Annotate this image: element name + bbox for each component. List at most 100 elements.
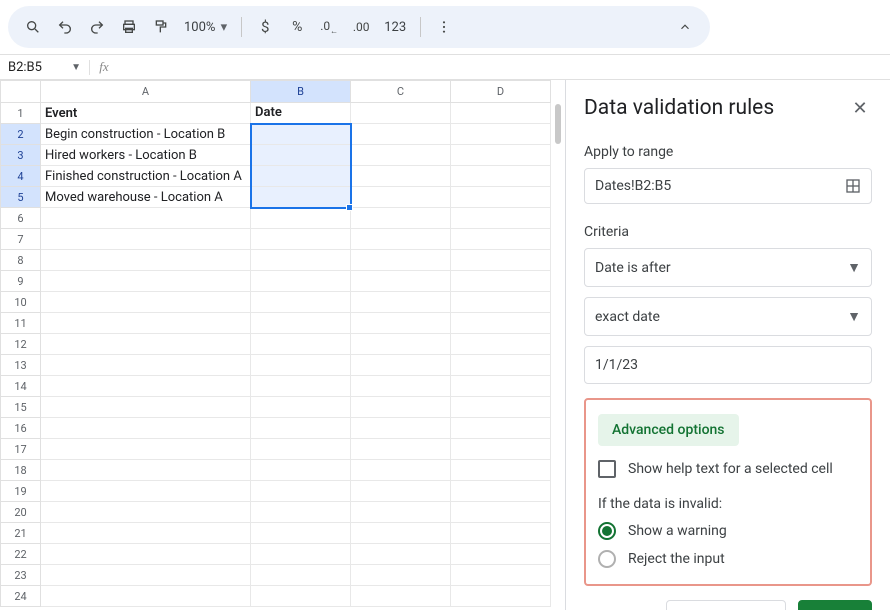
radio-off-icon[interactable] <box>598 550 616 568</box>
cell-B6[interactable] <box>251 208 351 229</box>
range-input[interactable]: Dates!B2:B5 <box>584 168 872 204</box>
radio-reject-input[interactable]: Reject the input <box>598 550 858 568</box>
cell-A13[interactable] <box>41 355 251 376</box>
cell-B1[interactable]: Date <box>251 103 351 124</box>
cell-C14[interactable] <box>351 376 451 397</box>
cell-C23[interactable] <box>351 565 451 586</box>
row-header-23[interactable]: 23 <box>1 565 41 586</box>
column-header-D[interactable]: D <box>451 81 551 103</box>
row-header-4[interactable]: 4 <box>1 166 41 187</box>
cell-B9[interactable] <box>251 271 351 292</box>
cell-D15[interactable] <box>451 397 551 418</box>
cell-A3[interactable]: Hired workers - Location B <box>41 145 251 166</box>
cell-A14[interactable] <box>41 376 251 397</box>
cell-B22[interactable] <box>251 544 351 565</box>
cell-D17[interactable] <box>451 439 551 460</box>
row-header-19[interactable]: 19 <box>1 481 41 502</box>
row-header-12[interactable]: 12 <box>1 334 41 355</box>
cell-A6[interactable] <box>41 208 251 229</box>
cell-A1[interactable]: Event <box>41 103 251 124</box>
cell-B18[interactable] <box>251 460 351 481</box>
cell-A7[interactable] <box>41 229 251 250</box>
row-header-6[interactable]: 6 <box>1 208 41 229</box>
cell-C21[interactable] <box>351 523 451 544</box>
cell-C6[interactable] <box>351 208 451 229</box>
row-header-15[interactable]: 15 <box>1 397 41 418</box>
cell-C12[interactable] <box>351 334 451 355</box>
more-icon[interactable] <box>429 13 459 41</box>
cell-D10[interactable] <box>451 292 551 313</box>
collapse-toolbar-icon[interactable] <box>670 13 700 41</box>
radio-show-warning[interactable]: Show a warning <box>598 522 858 540</box>
cell-D22[interactable] <box>451 544 551 565</box>
increase-decimal-icon[interactable]: .00 <box>346 13 376 41</box>
row-header-17[interactable]: 17 <box>1 439 41 460</box>
search-icon[interactable] <box>18 13 48 41</box>
cell-B23[interactable] <box>251 565 351 586</box>
checkbox-icon[interactable] <box>598 460 616 478</box>
row-header-1[interactable]: 1 <box>1 103 41 124</box>
cell-C16[interactable] <box>351 418 451 439</box>
cell-B20[interactable] <box>251 502 351 523</box>
cell-A16[interactable] <box>41 418 251 439</box>
cell-D20[interactable] <box>451 502 551 523</box>
spreadsheet[interactable]: ABCD1EventDate2Begin construction - Loca… <box>0 80 565 610</box>
cell-B3[interactable] <box>251 145 351 166</box>
row-header-11[interactable]: 11 <box>1 313 41 334</box>
cell-A19[interactable] <box>41 481 251 502</box>
cell-C11[interactable] <box>351 313 451 334</box>
cell-C22[interactable] <box>351 544 451 565</box>
cell-B8[interactable] <box>251 250 351 271</box>
row-header-8[interactable]: 8 <box>1 250 41 271</box>
zoom-dropdown[interactable]: 100% ▾ <box>178 20 233 35</box>
cell-A5[interactable]: Moved warehouse - Location A <box>41 187 251 208</box>
cell-A12[interactable] <box>41 334 251 355</box>
cell-B4[interactable] <box>251 166 351 187</box>
cell-C9[interactable] <box>351 271 451 292</box>
cell-C2[interactable] <box>351 124 451 145</box>
column-header-A[interactable]: A <box>41 81 251 103</box>
column-header-C[interactable]: C <box>351 81 451 103</box>
cell-B19[interactable] <box>251 481 351 502</box>
row-header-7[interactable]: 7 <box>1 229 41 250</box>
cell-A15[interactable] <box>41 397 251 418</box>
cell-B5[interactable] <box>251 187 351 208</box>
percent-icon[interactable]: % <box>282 13 312 41</box>
paint-format-icon[interactable] <box>146 13 176 41</box>
scrollbar[interactable] <box>555 104 561 144</box>
cell-C19[interactable] <box>351 481 451 502</box>
row-header-5[interactable]: 5 <box>1 187 41 208</box>
name-box[interactable]: B2:B5 ▼ <box>0 60 90 75</box>
criteria-dropdown[interactable]: Date is after ▼ <box>584 248 872 287</box>
row-header-9[interactable]: 9 <box>1 271 41 292</box>
close-icon[interactable]: ✕ <box>848 98 872 119</box>
cell-D5[interactable] <box>451 187 551 208</box>
cell-D8[interactable] <box>451 250 551 271</box>
cell-B11[interactable] <box>251 313 351 334</box>
cell-A9[interactable] <box>41 271 251 292</box>
cell-A17[interactable] <box>41 439 251 460</box>
row-header-22[interactable]: 22 <box>1 544 41 565</box>
cell-A10[interactable] <box>41 292 251 313</box>
date-input[interactable]: 1/1/23 <box>584 346 872 384</box>
cell-D3[interactable] <box>451 145 551 166</box>
cell-C13[interactable] <box>351 355 451 376</box>
cell-B16[interactable] <box>251 418 351 439</box>
cell-D24[interactable] <box>451 586 551 607</box>
row-header-13[interactable]: 13 <box>1 355 41 376</box>
cell-C8[interactable] <box>351 250 451 271</box>
cell-B17[interactable] <box>251 439 351 460</box>
row-header-3[interactable]: 3 <box>1 145 41 166</box>
cell-D11[interactable] <box>451 313 551 334</box>
selection-handle[interactable] <box>346 204 353 211</box>
cell-A18[interactable] <box>41 460 251 481</box>
cell-D16[interactable] <box>451 418 551 439</box>
criteria-subtype-dropdown[interactable]: exact date ▼ <box>584 297 872 336</box>
cell-B24[interactable] <box>251 586 351 607</box>
cell-A21[interactable] <box>41 523 251 544</box>
cell-A11[interactable] <box>41 313 251 334</box>
advanced-options-button[interactable]: Advanced options <box>598 414 739 446</box>
undo-icon[interactable] <box>50 13 80 41</box>
cell-C15[interactable] <box>351 397 451 418</box>
cell-B15[interactable] <box>251 397 351 418</box>
